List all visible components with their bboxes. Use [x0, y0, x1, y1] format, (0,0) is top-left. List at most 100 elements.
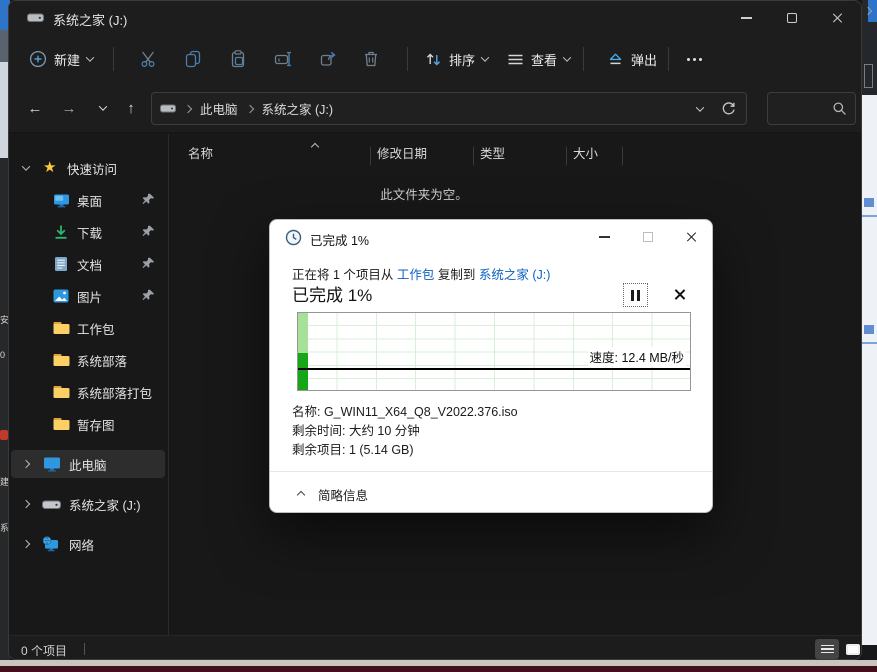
- refresh-icon[interactable]: [721, 101, 736, 116]
- cancel-copy-button[interactable]: [673, 288, 686, 301]
- copy-button[interactable]: [174, 41, 212, 77]
- chevron-right-icon[interactable]: [22, 460, 30, 468]
- breadcrumb-separator-icon: [184, 104, 192, 112]
- close-button[interactable]: [815, 1, 861, 35]
- column-header-size[interactable]: 大小: [573, 143, 598, 162]
- chevron-right-icon[interactable]: [22, 500, 30, 508]
- sidebar-item-downloads[interactable]: 下载: [11, 218, 165, 246]
- column-header-date-modified[interactable]: 修改日期: [377, 143, 427, 162]
- chevron-up-icon: [297, 491, 305, 499]
- up-button[interactable]: ↑: [117, 93, 145, 123]
- pc-icon: [43, 456, 61, 472]
- screen: 安 0 建 系 系统之家 (J:): [0, 0, 877, 672]
- share-button[interactable]: [309, 41, 347, 77]
- eject-icon: [607, 51, 624, 67]
- view-lines-icon: [507, 52, 524, 67]
- items-remaining-line: 剩余项目: 1 (5.14 GB): [292, 441, 518, 460]
- dialog-title: 已完成 1%: [310, 230, 369, 249]
- forward-button[interactable]: →: [55, 93, 83, 123]
- sidebar-item-folder[interactable]: 暂存图: [11, 410, 165, 438]
- breadcrumb-this-pc[interactable]: 此电脑: [200, 99, 238, 118]
- large-icons-view-button[interactable]: [841, 639, 862, 659]
- transfer-speed-label: 速度: 12.4 MB/秒: [588, 347, 686, 366]
- rename-icon: [273, 49, 293, 69]
- folder-icon: [53, 321, 70, 335]
- paste-icon: [228, 49, 248, 69]
- back-button[interactable]: ←: [21, 93, 49, 123]
- address-bar[interactable]: 此电脑 系统之家 (J:): [151, 92, 747, 125]
- eject-button[interactable]: 弹出: [599, 41, 665, 77]
- time-remaining-line: 剩余时间: 大约 10 分钟: [292, 422, 518, 441]
- dialog-minimize-button[interactable]: [588, 220, 620, 254]
- chevron-down-icon: [86, 53, 94, 61]
- pause-button[interactable]: [623, 283, 648, 307]
- new-button[interactable]: 新建: [21, 41, 101, 77]
- search-box[interactable]: [767, 92, 856, 125]
- column-header-type[interactable]: 类型: [480, 143, 505, 162]
- cut-button[interactable]: [130, 41, 168, 77]
- recent-locations-button[interactable]: [89, 93, 117, 123]
- sidebar-item-pictures[interactable]: 图片: [11, 282, 165, 310]
- sidebar-item-drive[interactable]: 系统之家 (J:): [11, 490, 165, 518]
- sidebar-item-quick-access[interactable]: ★ 快速访问: [11, 154, 165, 182]
- chevron-down-icon[interactable]: [22, 162, 30, 170]
- pause-icon: [631, 290, 634, 301]
- sidebar-item-documents[interactable]: 文档: [11, 250, 165, 278]
- rename-button[interactable]: [264, 41, 302, 77]
- delete-button[interactable]: [352, 41, 390, 77]
- sidebar-item-network[interactable]: 网络: [11, 530, 165, 558]
- more-options-button[interactable]: [675, 41, 713, 77]
- maximize-button[interactable]: [769, 1, 815, 35]
- details-view-button[interactable]: [815, 639, 839, 659]
- view-button-label: 查看: [531, 50, 557, 69]
- star-icon: ★: [43, 160, 56, 175]
- dialog-close-button[interactable]: [676, 220, 708, 254]
- sidebar-item-folder[interactable]: 系统部落: [11, 346, 165, 374]
- sort-arrows-icon: [425, 51, 442, 68]
- chevron-down-icon: [563, 53, 571, 61]
- chevron-right-icon[interactable]: [22, 540, 30, 548]
- plus-circle-icon: [29, 50, 47, 68]
- transfer-speed-graph: 速度: 12.4 MB/秒: [297, 312, 691, 391]
- search-input[interactable]: [774, 97, 832, 120]
- backdrop-red-icon: [0, 430, 8, 440]
- sidebar-item-desktop[interactable]: 桌面: [11, 186, 165, 214]
- pin-icon: [142, 289, 155, 302]
- picture-icon: [53, 289, 69, 303]
- details-view-icon: [821, 643, 834, 656]
- copy-icon: [183, 49, 203, 69]
- view-button[interactable]: 查看: [499, 41, 578, 77]
- status-bar: 0 个项目: [9, 635, 861, 660]
- source-folder-link[interactable]: 工作包: [397, 268, 435, 282]
- trash-icon: [361, 49, 381, 69]
- backdrop-right-window: [862, 0, 877, 660]
- network-icon: [42, 536, 60, 552]
- sidebar-item-this-pc[interactable]: 此电脑: [11, 450, 165, 478]
- breadcrumb-separator-icon: [245, 104, 253, 112]
- download-icon: [53, 224, 69, 240]
- sidebar-divider: [168, 134, 169, 635]
- title-bar: 系统之家 (J:): [9, 1, 861, 35]
- sort-button[interactable]: 排序: [417, 41, 496, 77]
- copy-clock-icon: [285, 229, 302, 246]
- details-toggle-row[interactable]: 简略信息: [270, 472, 712, 514]
- drive-icon: [27, 11, 44, 24]
- folder-icon: [53, 353, 70, 367]
- column-header-name[interactable]: 名称: [188, 143, 213, 162]
- close-icon: [686, 231, 698, 243]
- breadcrumb-drive[interactable]: 系统之家 (J:): [262, 99, 334, 118]
- paste-button[interactable]: [219, 41, 257, 77]
- sidebar-item-folder[interactable]: 系统部落打包: [11, 378, 165, 406]
- scissors-icon: [139, 50, 159, 68]
- destination-drive-link[interactable]: 系统之家 (J:): [479, 268, 551, 282]
- address-dropdown-icon[interactable]: [696, 103, 704, 111]
- minimize-button[interactable]: [723, 1, 769, 35]
- dialog-maximize-button: [632, 220, 664, 254]
- file-name-line: 名称: G_WIN11_X64_Q8_V2022.376.iso: [292, 403, 518, 422]
- share-icon: [318, 49, 338, 69]
- item-count: 0 个项目: [21, 642, 67, 659]
- backdrop-bottom-dark: [0, 666, 877, 672]
- sidebar-item-folder[interactable]: 工作包: [11, 314, 165, 342]
- dialog-title-bar: 已完成 1%: [270, 220, 712, 254]
- empty-folder-message: 此文件夹为空。: [329, 184, 519, 203]
